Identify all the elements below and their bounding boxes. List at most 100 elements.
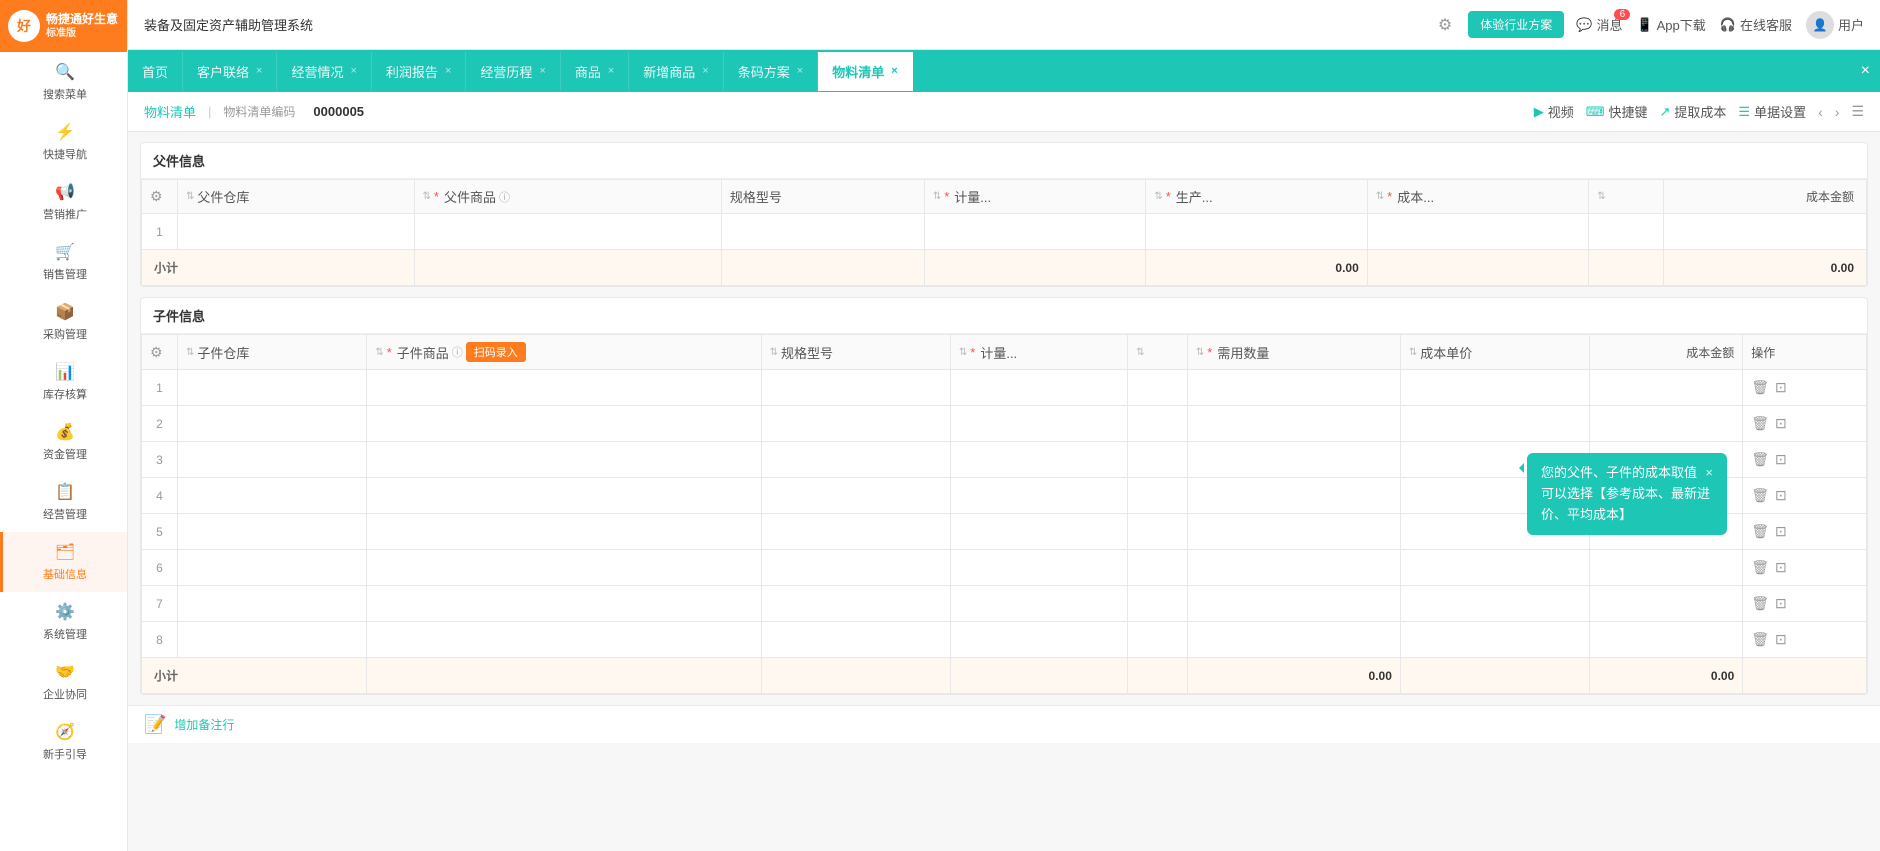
child-row-3-warehouse[interactable] bbox=[178, 442, 367, 478]
tab-close-5[interactable]: × bbox=[608, 65, 614, 77]
tab-经营历程[interactable]: 经营历程× bbox=[466, 52, 560, 91]
copy-icon-5[interactable]: ⊡ bbox=[1775, 523, 1787, 540]
copy-icon-7[interactable]: ⊡ bbox=[1775, 595, 1787, 612]
sidebar-item-inventory[interactable]: 📊库存核算 bbox=[0, 352, 127, 412]
add-row-label[interactable]: 增加备注行 bbox=[174, 716, 234, 733]
child-row-4-qty[interactable] bbox=[1187, 478, 1400, 514]
tab-首页[interactable]: 首页 bbox=[128, 52, 183, 91]
child-row-1-product[interactable] bbox=[367, 370, 761, 406]
sidebar-item-guide[interactable]: 🧭新手引导 bbox=[0, 712, 127, 772]
delete-icon-8[interactable]: 🗑 bbox=[1751, 631, 1769, 648]
tab-close-2[interactable]: × bbox=[350, 65, 356, 77]
child-row-5-unit[interactable] bbox=[950, 514, 1127, 550]
child-row-1-extra[interactable] bbox=[1128, 370, 1188, 406]
delete-icon-5[interactable]: 🗑 bbox=[1751, 523, 1769, 540]
child-row-8-warehouse[interactable] bbox=[178, 622, 367, 658]
gear-icon[interactable]: ⚙ bbox=[1438, 15, 1452, 35]
parent-row-1-spec[interactable] bbox=[721, 214, 924, 250]
child-row-3-spec[interactable] bbox=[761, 442, 950, 478]
app-download-btn[interactable]: 📱 App下载 bbox=[1636, 15, 1705, 34]
action-shortcut-btn[interactable]: ⌨ 快捷键 bbox=[1586, 102, 1648, 121]
delete-icon-4[interactable]: 🗑 bbox=[1751, 487, 1769, 504]
tab-close-4[interactable]: × bbox=[539, 65, 545, 77]
delete-icon-6[interactable]: 🗑 bbox=[1751, 559, 1769, 576]
child-row-1-spec[interactable] bbox=[761, 370, 950, 406]
page-nav-prev[interactable]: ‹ bbox=[1818, 104, 1823, 120]
parent-row-1-unit[interactable] bbox=[924, 214, 1145, 250]
child-row-5-extra[interactable] bbox=[1128, 514, 1188, 550]
message-btn[interactable]: 💬 消息 6 bbox=[1576, 15, 1622, 34]
parent-row-1-extra[interactable] bbox=[1589, 214, 1664, 250]
delete-icon-2[interactable]: 🗑 bbox=[1751, 415, 1769, 432]
parent-row-1-product[interactable] bbox=[414, 214, 721, 250]
child-row-7-spec[interactable] bbox=[761, 586, 950, 622]
action-single-settings-btn[interactable]: ☰ 单据设置 bbox=[1738, 102, 1806, 121]
child-row-5-spec[interactable] bbox=[761, 514, 950, 550]
child-row-5-product[interactable] bbox=[367, 514, 761, 550]
child-row-7-extra[interactable] bbox=[1128, 586, 1188, 622]
child-row-8-unit-cost[interactable] bbox=[1400, 622, 1589, 658]
child-row-1-unit-cost[interactable] bbox=[1400, 370, 1589, 406]
child-row-8-extra[interactable] bbox=[1128, 622, 1188, 658]
child-row-7-qty[interactable] bbox=[1187, 586, 1400, 622]
child-row-2-unit-cost[interactable] bbox=[1400, 406, 1589, 442]
child-row-3-product[interactable] bbox=[367, 442, 761, 478]
tab-新增商品[interactable]: 新增商品× bbox=[629, 52, 723, 91]
child-row-3-qty[interactable] bbox=[1187, 442, 1400, 478]
child-row-6-spec[interactable] bbox=[761, 550, 950, 586]
child-row-3-extra[interactable] bbox=[1128, 442, 1188, 478]
child-row-2-amount[interactable] bbox=[1590, 406, 1743, 442]
user-avatar-btn[interactable]: 👤 用户 bbox=[1806, 11, 1864, 39]
copy-icon-4[interactable]: ⊡ bbox=[1775, 487, 1787, 504]
sidebar-item-sales[interactable]: 🛒销售管理 bbox=[0, 232, 127, 292]
child-row-5-warehouse[interactable] bbox=[178, 514, 367, 550]
child-row-6-unit[interactable] bbox=[950, 550, 1127, 586]
tab-close-1[interactable]: × bbox=[256, 65, 262, 77]
action-view-btn[interactable]: ▶ 视频 bbox=[1534, 102, 1574, 121]
child-row-5-qty[interactable] bbox=[1187, 514, 1400, 550]
child-row-8-unit[interactable] bbox=[950, 622, 1127, 658]
child-row-4-unit[interactable] bbox=[950, 478, 1127, 514]
tab-条码方案[interactable]: 条码方案× bbox=[724, 52, 818, 91]
sidebar-item-marketing[interactable]: 📢营销推广 bbox=[0, 172, 127, 232]
sidebar-item-search[interactable]: 🔍搜索菜单 bbox=[0, 52, 127, 112]
sidebar-item-operation[interactable]: 📋经营管理 bbox=[0, 472, 127, 532]
child-row-1-unit[interactable] bbox=[950, 370, 1127, 406]
child-row-2-unit[interactable] bbox=[950, 406, 1127, 442]
child-row-6-product[interactable] bbox=[367, 550, 761, 586]
parent-row-1-prod-date[interactable] bbox=[1146, 214, 1367, 250]
child-row-8-spec[interactable] bbox=[761, 622, 950, 658]
sidebar-item-quick-nav[interactable]: ⚡快捷导航 bbox=[0, 112, 127, 172]
breadcrumb-tab[interactable]: 物料清单 bbox=[144, 102, 196, 121]
copy-icon-6[interactable]: ⊡ bbox=[1775, 559, 1787, 576]
child-row-2-qty[interactable] bbox=[1187, 406, 1400, 442]
child-row-8-product[interactable] bbox=[367, 622, 761, 658]
tab-close-7[interactable]: × bbox=[797, 65, 803, 77]
sidebar-item-basic-info[interactable]: 🗂基础信息 bbox=[0, 532, 127, 592]
child-row-7-product[interactable] bbox=[367, 586, 761, 622]
tab-物料清单[interactable]: 物料清单× bbox=[818, 52, 912, 91]
child-row-1-qty[interactable] bbox=[1187, 370, 1400, 406]
child-row-7-unit-cost[interactable] bbox=[1400, 586, 1589, 622]
delete-icon-3[interactable]: 🗑 bbox=[1751, 451, 1769, 468]
tab-close-8[interactable]: × bbox=[891, 65, 897, 77]
parent-row-1-warehouse[interactable] bbox=[178, 214, 415, 250]
child-row-1-warehouse[interactable] bbox=[178, 370, 367, 406]
action-extract-cost-btn[interactable]: ↗ 提取成本 bbox=[1660, 102, 1727, 121]
sidebar-item-finance[interactable]: 💰资金管理 bbox=[0, 412, 127, 472]
online-service-btn[interactable]: 🎧 在线客服 bbox=[1720, 15, 1792, 34]
tab-客户联络[interactable]: 客户联络× bbox=[183, 52, 277, 91]
tab-经营情况[interactable]: 经营情况× bbox=[277, 52, 371, 91]
child-row-2-spec[interactable] bbox=[761, 406, 950, 442]
child-row-3-unit[interactable] bbox=[950, 442, 1127, 478]
tab-close-3[interactable]: × bbox=[445, 65, 451, 77]
child-row-2-warehouse[interactable] bbox=[178, 406, 367, 442]
tab-商品[interactable]: 商品× bbox=[561, 52, 629, 91]
sidebar-item-system[interactable]: ⚙️系统管理 bbox=[0, 592, 127, 652]
col-settings-icon[interactable]: ⚙ bbox=[150, 188, 163, 204]
child-col-settings-icon[interactable]: ⚙ bbox=[150, 344, 163, 360]
copy-icon-1[interactable]: ⊡ bbox=[1775, 379, 1787, 396]
parent-row-1-cost[interactable] bbox=[1367, 214, 1588, 250]
tab-nav-close-all[interactable]: × bbox=[1851, 62, 1880, 80]
tooltip-close-btn[interactable]: × bbox=[1705, 463, 1713, 484]
